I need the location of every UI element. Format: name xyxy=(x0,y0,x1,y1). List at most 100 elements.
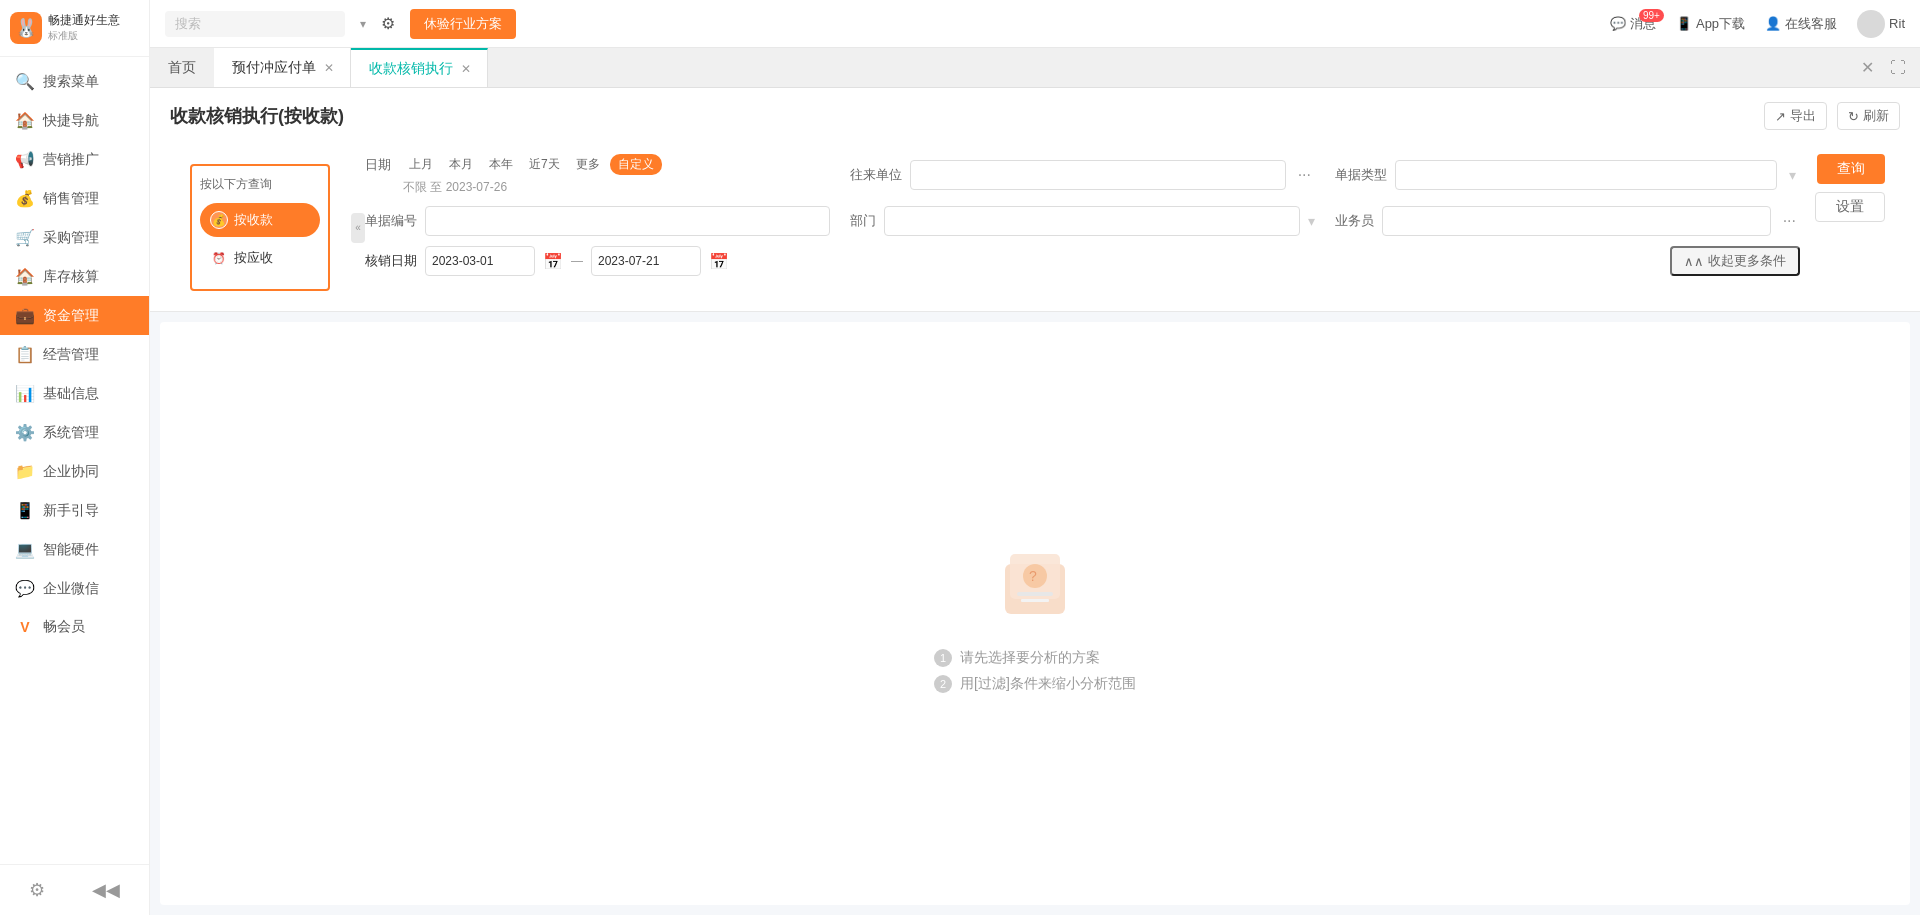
filter-sidebar-collapse-btn[interactable]: « xyxy=(351,213,365,243)
filter-option-by-receivable[interactable]: ⏰ 按应收 xyxy=(200,241,320,275)
date-btn-7days[interactable]: 近7天 xyxy=(523,154,566,175)
doc-number-input[interactable] xyxy=(425,206,830,236)
sidebar-item-label: 搜索菜单 xyxy=(43,73,99,91)
counterparty-input[interactable] xyxy=(910,160,1286,190)
date-btn-this-year[interactable]: 本年 xyxy=(483,154,519,175)
sidebar-item-enterprise[interactable]: 📁 企业协同 xyxy=(0,452,149,491)
sidebar-item-quick-nav[interactable]: 🏠 快捷导航 xyxy=(0,101,149,140)
hardware-icon: 💻 xyxy=(15,540,35,559)
doc-type-select[interactable] xyxy=(1395,160,1777,190)
date-btn-this-month[interactable]: 本月 xyxy=(443,154,479,175)
sidebar-item-inventory[interactable]: 🏠 库存核算 xyxy=(0,257,149,296)
filter-sidebar-title: 按以下方查询 xyxy=(200,176,320,193)
tab-home[interactable]: 首页 xyxy=(150,48,214,87)
sidebar-item-marketing[interactable]: 📢 营销推广 xyxy=(0,140,149,179)
export-label: 导出 xyxy=(1790,107,1816,125)
by-receivable-icon: ⏰ xyxy=(210,249,228,267)
filter-sidebar: 按以下方查询 💰 按收款 ⏰ 按应收 xyxy=(190,164,330,291)
sidebar-item-wechat[interactable]: 💬 企业微信 xyxy=(0,569,149,608)
tab-right-controls: ✕ ⛶ xyxy=(1857,54,1920,81)
filter-option-by-receipt[interactable]: 💰 按收款 xyxy=(200,203,320,237)
sidebar-item-label: 新手引导 xyxy=(43,502,99,520)
sidebar-item-purchase[interactable]: 🛒 采购管理 xyxy=(0,218,149,257)
writeoff-date-label: 核销日期 xyxy=(365,252,417,270)
sidebar-item-operation[interactable]: 📋 经营管理 xyxy=(0,335,149,374)
logo-icon: 🐰 xyxy=(10,12,42,44)
operation-icon: 📋 xyxy=(15,345,35,364)
user-profile-btn[interactable]: Rit xyxy=(1857,10,1905,38)
date-btn-custom[interactable]: 自定义 xyxy=(610,154,662,175)
sidebar-item-basic-info[interactable]: 📊 基础信息 xyxy=(0,374,149,413)
expand-window-icon[interactable]: ⛶ xyxy=(1886,55,1910,81)
industry-btn[interactable]: 休验行业方案 xyxy=(410,9,516,39)
date-btn-more[interactable]: 更多 xyxy=(570,154,606,175)
vip-icon: V xyxy=(15,619,35,635)
sidebar-settings-btn[interactable]: ⚙ xyxy=(25,875,49,905)
chevron-down-icon[interactable]: ▾ xyxy=(360,17,366,31)
logo-text-area: 畅捷通好生意 标准版 xyxy=(48,13,120,43)
refresh-btn[interactable]: ↻ 刷新 xyxy=(1837,102,1900,130)
sidebar-item-hardware[interactable]: 💻 智能硬件 xyxy=(0,530,149,569)
online-service-btn[interactable]: 👤 在线客服 xyxy=(1765,15,1837,33)
tip-2-text: 用[过滤]条件来缩小分析范围 xyxy=(960,675,1136,693)
calendar-end-icon[interactable]: 📅 xyxy=(709,252,729,271)
gear-icon[interactable]: ⚙ xyxy=(381,14,395,33)
more-conditions-area: ∧∧ 收起更多条件 xyxy=(857,246,1800,276)
tab-prepayment[interactable]: 预付冲应付单 ✕ xyxy=(214,48,351,87)
empty-state: ? 1 请先选择要分析的方案 2 用[过滤]条件来缩小分析范围 xyxy=(160,322,1910,905)
tab-receipt-writeoff[interactable]: 收款核销执行 ✕ xyxy=(351,48,488,87)
sidebar-item-label: 系统管理 xyxy=(43,424,99,442)
filter-row-1: 日期 上月 本月 本年 近7天 更多 自定义 xyxy=(365,154,1800,196)
filter-action-btns: 查询 设置 xyxy=(1815,144,1900,311)
writeoff-date-end-input[interactable] xyxy=(591,246,701,276)
empty-tip-1: 1 请先选择要分析的方案 xyxy=(934,649,1136,667)
logo-badge: 标准版 xyxy=(48,29,120,43)
app-download-btn[interactable]: 📱 App下载 xyxy=(1676,15,1745,33)
filter-sidebar-wrapper: 按以下方查询 💰 按收款 ⏰ 按应收 « xyxy=(170,144,350,311)
messages-badge: 99+ xyxy=(1639,9,1664,22)
sidebar-item-search-menu[interactable]: 🔍 搜索菜单 xyxy=(0,62,149,101)
department-dropdown-icon[interactable]: ▾ xyxy=(1308,213,1315,229)
doc-number-filter-cell: 单据编号 xyxy=(365,206,830,236)
department-select[interactable] xyxy=(884,206,1300,236)
doc-type-dropdown-icon[interactable]: ▾ xyxy=(1785,167,1800,183)
sidebar-item-system[interactable]: ⚙️ 系统管理 xyxy=(0,413,149,452)
top-bar: 搜索 ▾ ⚙ 休验行业方案 💬 消息 99+ 📱 App下载 👤 在线客服 Ri… xyxy=(150,0,1920,48)
messages-btn[interactable]: 💬 消息 99+ xyxy=(1610,15,1656,33)
date-btn-last-month[interactable]: 上月 xyxy=(403,154,439,175)
sidebar-item-vip[interactable]: V 畅会员 xyxy=(0,608,149,646)
collapse-more-conditions-btn[interactable]: ∧∧ 收起更多条件 xyxy=(1670,246,1800,276)
date-label: 日期 xyxy=(365,156,395,174)
collapse-icon: ∧∧ xyxy=(1684,254,1704,269)
close-window-icon[interactable]: ✕ xyxy=(1857,54,1878,81)
sidebar-item-sales[interactable]: 💰 销售管理 xyxy=(0,179,149,218)
basic-info-icon: 📊 xyxy=(15,384,35,403)
business-person-ellipsis-icon[interactable]: ··· xyxy=(1779,212,1800,230)
page-header: 收款核销执行(按收款) ↗ 导出 ↻ 刷新 按以下方查 xyxy=(150,88,1920,312)
sidebar-item-label: 智能硬件 xyxy=(43,541,99,559)
refresh-label: 刷新 xyxy=(1863,107,1889,125)
top-bar-search[interactable]: 搜索 xyxy=(165,11,345,37)
writeoff-date-start-input[interactable] xyxy=(425,246,535,276)
purchase-icon: 🛒 xyxy=(15,228,35,247)
counterparty-ellipsis-icon[interactable]: ··· xyxy=(1294,166,1315,184)
search-placeholder-text: 搜索 xyxy=(175,15,201,33)
business-person-input[interactable] xyxy=(1382,206,1771,236)
export-btn[interactable]: ↗ 导出 xyxy=(1764,102,1827,130)
date-label-row: 日期 上月 本月 本年 近7天 更多 自定义 xyxy=(365,154,662,175)
page-content: 收款核销执行(按收款) ↗ 导出 ↻ 刷新 按以下方查 xyxy=(150,88,1920,915)
date-separator: — xyxy=(571,254,583,268)
sidebar-item-finance[interactable]: 💼 资金管理 xyxy=(0,296,149,335)
sidebar-item-label: 库存核算 xyxy=(43,268,99,286)
filter-settings-btn[interactable]: 设置 xyxy=(1815,192,1885,222)
tab-prepayment-close-icon[interactable]: ✕ xyxy=(322,59,336,77)
refresh-icon: ↻ xyxy=(1848,109,1859,124)
sidebar-collapse-btn[interactable]: ◀◀ xyxy=(88,875,124,905)
filter-row-3: 核销日期 📅 — 📅 ∧∧ 收起更多条件 xyxy=(365,246,1800,276)
search-btn[interactable]: 查询 xyxy=(1817,154,1885,184)
calendar-start-icon[interactable]: 📅 xyxy=(543,252,563,271)
sidebar-item-guide[interactable]: 📱 新手引导 xyxy=(0,491,149,530)
finance-icon: 💼 xyxy=(15,306,35,325)
sidebar-item-label: 经营管理 xyxy=(43,346,99,364)
tab-receipt-writeoff-close-icon[interactable]: ✕ xyxy=(459,60,473,78)
